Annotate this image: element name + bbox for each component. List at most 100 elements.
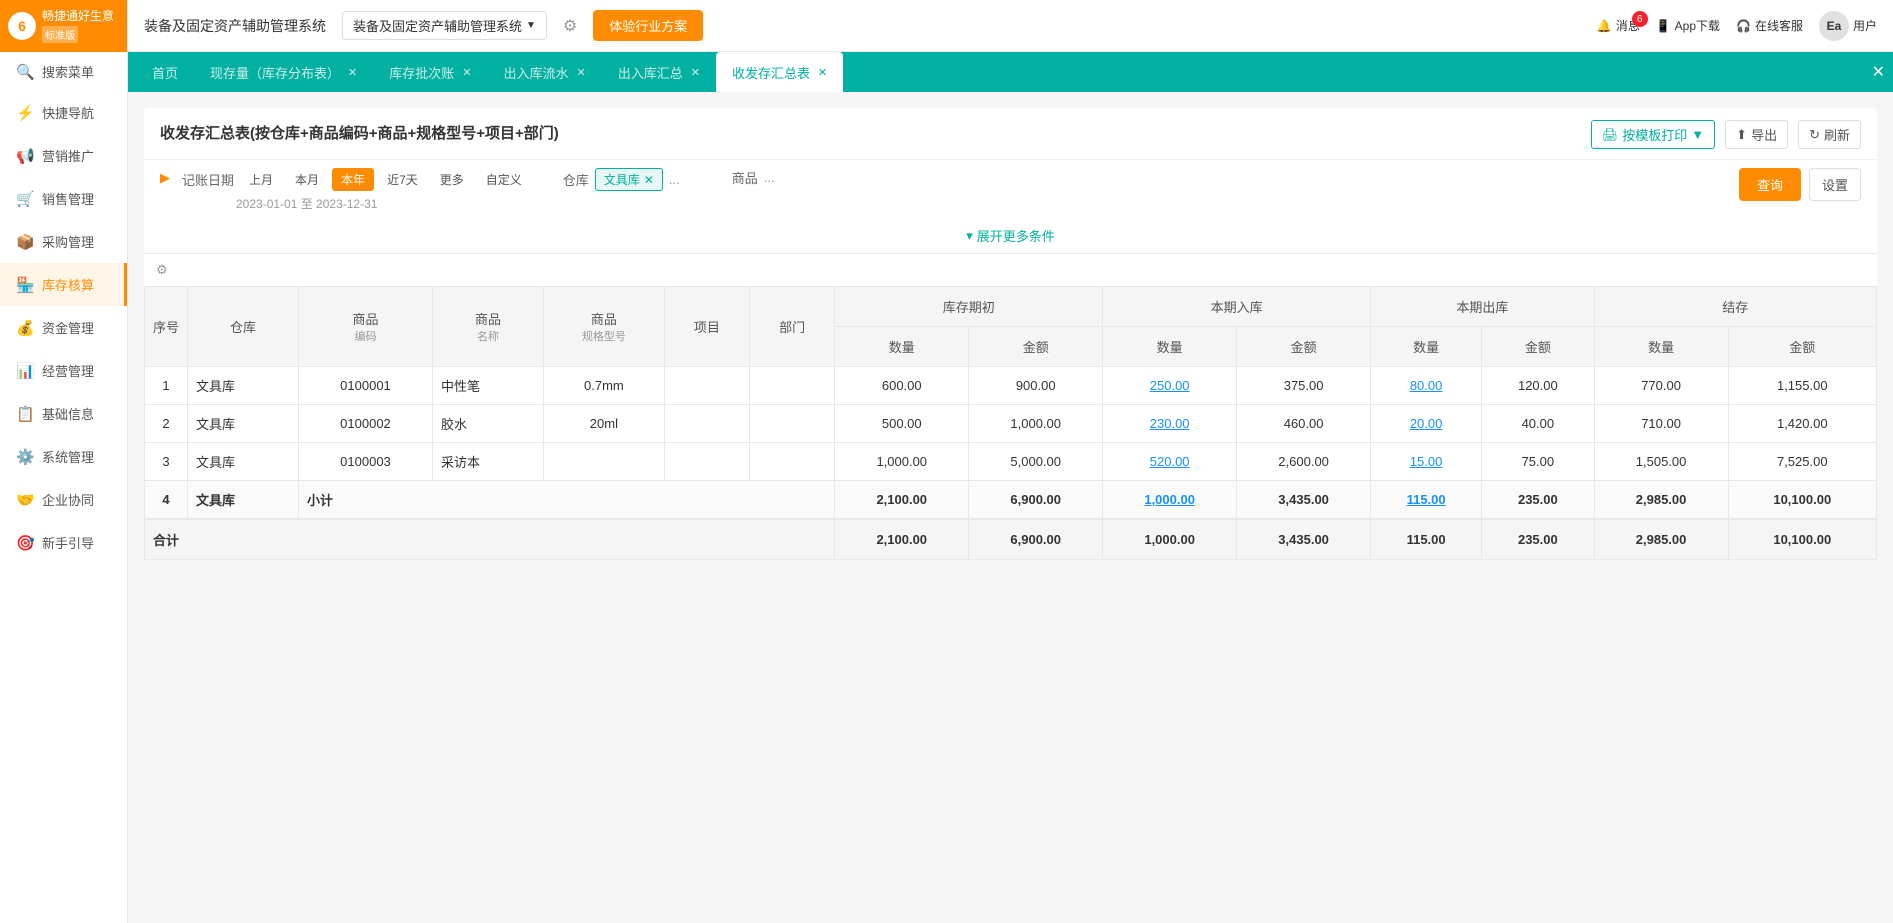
refresh-button[interactable]: ↻ 刷新 bbox=[1798, 120, 1861, 149]
cell-in-qty[interactable]: 250.00 bbox=[1103, 367, 1237, 405]
expand-arrow-icon: ▶ bbox=[160, 170, 170, 186]
printer-icon: 🖨 bbox=[1602, 127, 1619, 143]
query-button[interactable]: 查询 bbox=[1739, 168, 1801, 201]
date-btn-more[interactable]: 更多 bbox=[431, 168, 473, 191]
logo-title: 畅捷通好生意 bbox=[42, 9, 114, 25]
table-row: 3 文具库 0100003 采访本 1,000.00 5,000.00 520.… bbox=[145, 443, 1877, 481]
cell-closing-amt: 1,155.00 bbox=[1728, 367, 1876, 405]
sidebar-item-label-sales: 销售管理 bbox=[42, 189, 94, 208]
system-title: 装备及固定资产辅助管理系统 bbox=[144, 16, 326, 36]
date-range-text: 2023-01-01 至 2023-12-31 bbox=[236, 195, 531, 212]
sidebar-item-basic[interactable]: 📋 基础信息 bbox=[0, 392, 127, 435]
cell-name: 中性笔 bbox=[432, 367, 543, 405]
online-service-button[interactable]: 🎧 在线客服 bbox=[1736, 17, 1803, 34]
cell-closing-amt: 1,420.00 bbox=[1728, 405, 1876, 443]
settings-icon[interactable]: ⚙ bbox=[563, 16, 577, 36]
expand-more-button[interactable]: ▾ 展开更多条件 bbox=[966, 226, 1055, 245]
tab-batch-close[interactable]: ✕ bbox=[462, 66, 471, 79]
tab-summary[interactable]: 出入库汇总 ✕ bbox=[602, 52, 716, 92]
tab-flow-close[interactable]: ✕ bbox=[577, 66, 586, 79]
sidebar-item-search[interactable]: 🔍 搜索菜单 bbox=[0, 52, 127, 91]
warehouse-tag-close[interactable]: ✕ bbox=[644, 173, 654, 187]
cell-name: 采访本 bbox=[432, 443, 543, 481]
th-in-amt: 金额 bbox=[1237, 327, 1371, 367]
sidebar-item-purchase[interactable]: 📦 采购管理 bbox=[0, 220, 127, 263]
cell-in-amt: 2,600.00 bbox=[1237, 443, 1371, 481]
cell-warehouse: 文具库 bbox=[188, 367, 299, 405]
th-dept: 部门 bbox=[750, 287, 835, 367]
warehouse-filter-label: 仓库 bbox=[563, 170, 589, 189]
sidebar-item-marketing[interactable]: 📢 营销推广 bbox=[0, 134, 127, 177]
cell-no: 1 bbox=[145, 367, 188, 405]
subtotal-in-qty[interactable]: 1,000.00 bbox=[1103, 481, 1237, 520]
sidebar-item-label-enterprise: 企业协同 bbox=[42, 490, 94, 509]
trial-button[interactable]: 体验行业方案 bbox=[593, 10, 703, 41]
subtotal-row: 4 文具库 小计 2,100.00 6,900.00 1,000.00 3,43… bbox=[145, 481, 1877, 520]
cell-opening-amt: 5,000.00 bbox=[969, 443, 1103, 481]
goods-filter-label: 商品 bbox=[732, 168, 758, 187]
sidebar-item-quick[interactable]: ⚡ 快捷导航 bbox=[0, 91, 127, 134]
tabbar-close-all[interactable]: ✕ bbox=[1872, 62, 1885, 82]
tab-recv-summary-label: 收发存汇总表 bbox=[732, 63, 810, 82]
subtotal-out-qty[interactable]: 115.00 bbox=[1371, 481, 1482, 520]
cell-in-qty[interactable]: 230.00 bbox=[1103, 405, 1237, 443]
table-settings-icon[interactable]: ⚙ bbox=[156, 262, 168, 277]
app-download-button[interactable]: 📱 App下载 bbox=[1656, 17, 1720, 34]
cell-closing-qty: 1,505.00 bbox=[1594, 443, 1728, 481]
lightning-icon: ⚡ bbox=[16, 104, 34, 122]
tab-flow[interactable]: 出入库流水 ✕ bbox=[487, 52, 601, 92]
export-button[interactable]: ⬆ 导出 bbox=[1725, 120, 1788, 149]
warehouse-more[interactable]: ... bbox=[669, 172, 680, 187]
tab-stock-dist[interactable]: 现存量（库存分布表） ✕ bbox=[194, 52, 373, 92]
total-row: 合计 2,100.00 6,900.00 1,000.00 3,435.00 1… bbox=[145, 519, 1877, 560]
filter-action-buttons: 查询 设置 bbox=[1739, 168, 1861, 201]
tab-stock-dist-close[interactable]: ✕ bbox=[348, 66, 357, 79]
tab-recv-summary-close[interactable]: ✕ bbox=[818, 66, 827, 79]
date-btn-last-month[interactable]: 上月 bbox=[240, 168, 282, 191]
logo-badge: 标准版 bbox=[42, 26, 78, 43]
sidebar-item-operation[interactable]: 📊 经营管理 bbox=[0, 349, 127, 392]
cell-spec: 20ml bbox=[543, 405, 664, 443]
date-btn-custom[interactable]: 自定义 bbox=[477, 168, 531, 191]
th-name: 商品名称 bbox=[432, 287, 543, 367]
sidebar-item-system[interactable]: ⚙️ 系统管理 bbox=[0, 435, 127, 478]
setting-button[interactable]: 设置 bbox=[1809, 168, 1861, 201]
filter-expand-arrow[interactable]: ▶ bbox=[160, 168, 170, 186]
system-dropdown[interactable]: 装备及固定资产辅助管理系统 ▼ bbox=[342, 11, 547, 40]
sidebar-item-enterprise[interactable]: 🤝 企业协同 bbox=[0, 478, 127, 521]
filter-bar: ▶ 记账日期 上月 本月 本年 近7天 更多 自定义 2023-01-01 至 … bbox=[144, 159, 1877, 220]
goods-more[interactable]: ... bbox=[764, 170, 775, 185]
cell-opening-qty: 1,000.00 bbox=[835, 443, 969, 481]
user-avatar: Ea bbox=[1819, 11, 1849, 41]
filter-goods-section: 商品 ... bbox=[732, 168, 775, 187]
tab-recv-summary[interactable]: 收发存汇总表 ✕ bbox=[716, 52, 843, 92]
date-btn-7days[interactable]: 近7天 bbox=[378, 168, 427, 191]
tab-batch[interactable]: 库存批次账 ✕ bbox=[373, 52, 487, 92]
cell-out-qty[interactable]: 80.00 bbox=[1371, 367, 1482, 405]
sidebar-item-finance[interactable]: 💰 资金管理 bbox=[0, 306, 127, 349]
cell-no: 2 bbox=[145, 405, 188, 443]
sidebar-item-guide[interactable]: 🎯 新手引导 bbox=[0, 521, 127, 564]
date-btn-this-year[interactable]: 本年 bbox=[332, 168, 374, 191]
tab-summary-close[interactable]: ✕ bbox=[691, 66, 700, 79]
money-icon: 💰 bbox=[16, 319, 34, 337]
date-btn-this-month[interactable]: 本月 bbox=[286, 168, 328, 191]
tabbar: 首页 现存量（库存分布表） ✕ 库存批次账 ✕ 出入库流水 ✕ 出入库汇总 ✕ … bbox=[128, 52, 1893, 92]
subtotal-opening-qty: 2,100.00 bbox=[835, 481, 969, 520]
sidebar-item-label-quick: 快捷导航 bbox=[42, 103, 94, 122]
sidebar-item-inventory[interactable]: 🏪 库存核算 bbox=[0, 263, 127, 306]
cell-out-qty[interactable]: 15.00 bbox=[1371, 443, 1482, 481]
warehouse-tag: 文具库 ✕ bbox=[595, 168, 663, 191]
user-menu[interactable]: Ea 用户 bbox=[1819, 11, 1877, 41]
cell-closing-qty: 770.00 bbox=[1594, 367, 1728, 405]
print-button[interactable]: 🖨 按模板打印 ▼ bbox=[1591, 120, 1715, 149]
total-label: 合计 bbox=[145, 519, 835, 560]
sidebar-item-sales[interactable]: 🛒 销售管理 bbox=[0, 177, 127, 220]
page-header-row: 收发存汇总表(按仓库+商品编码+商品+规格型号+项目+部门) 🖨 按模板打印 ▼… bbox=[144, 108, 1877, 159]
cell-out-qty[interactable]: 20.00 bbox=[1371, 405, 1482, 443]
cell-in-qty[interactable]: 520.00 bbox=[1103, 443, 1237, 481]
tab-home[interactable]: 首页 bbox=[136, 52, 194, 92]
message-button[interactable]: 🔔 6 消息 bbox=[1597, 17, 1640, 34]
subtotal-out-amt: 235.00 bbox=[1482, 481, 1594, 520]
table-row: 2 文具库 0100002 胶水 20ml 500.00 1,000.00 23… bbox=[145, 405, 1877, 443]
